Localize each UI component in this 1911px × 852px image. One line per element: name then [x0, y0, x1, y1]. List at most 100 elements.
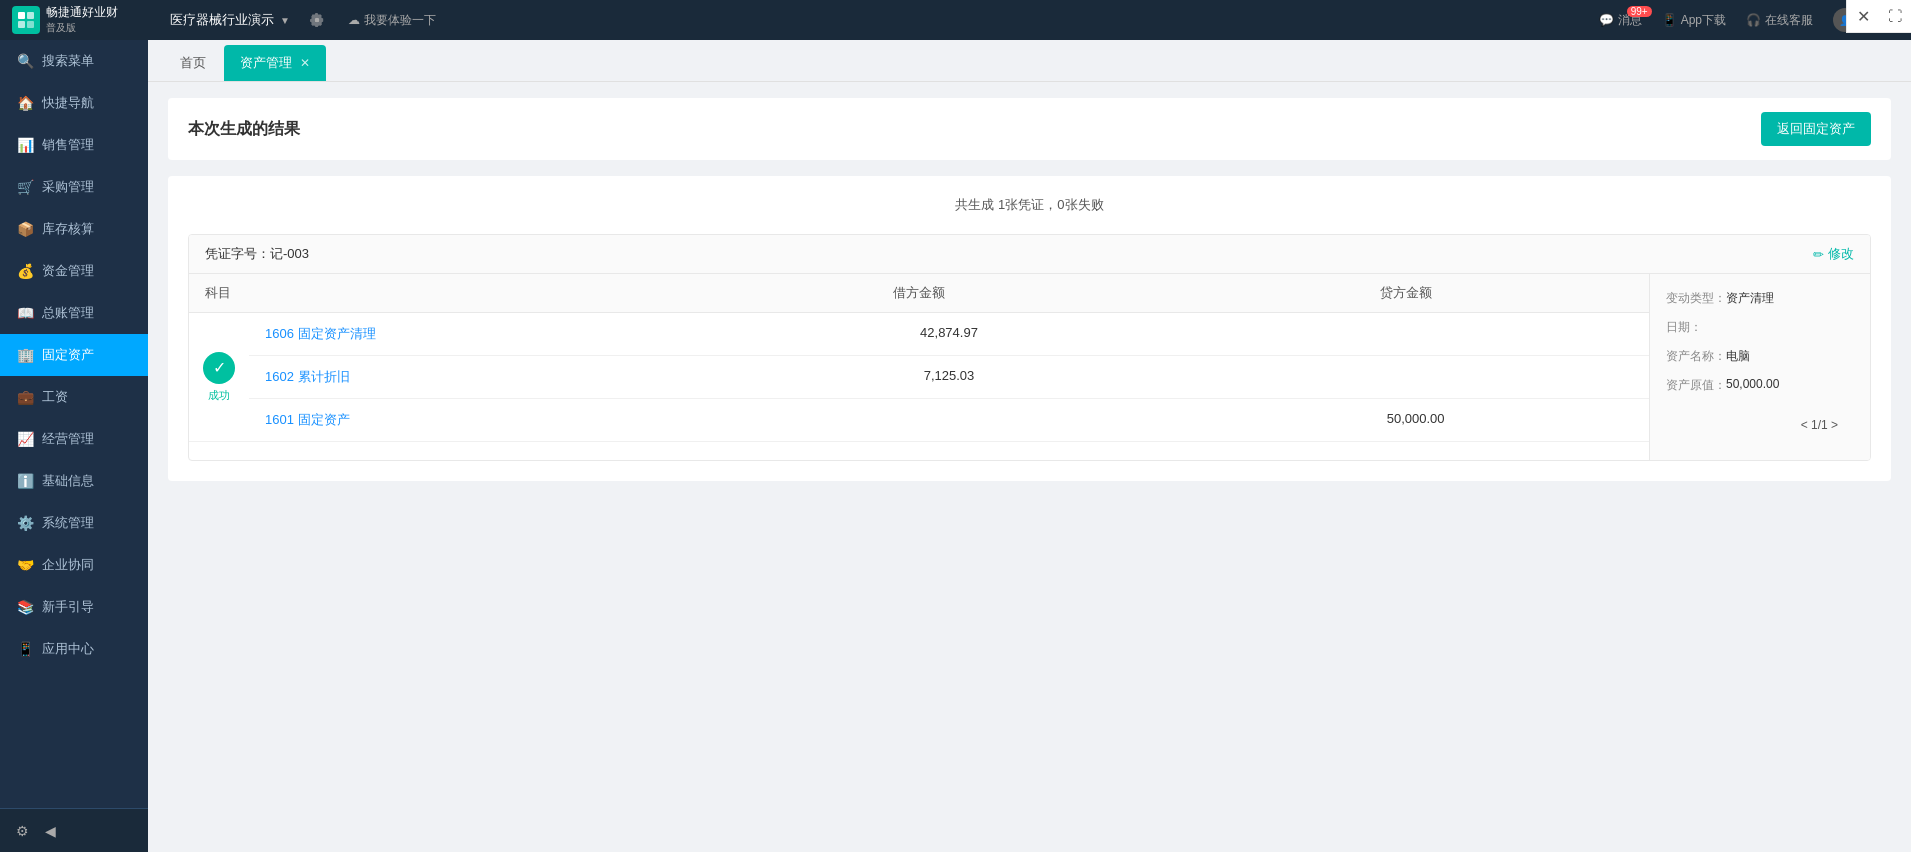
tab-home[interactable]: 首页 — [164, 45, 222, 81]
company-name: 医疗器械行业演示 — [170, 11, 274, 29]
table-row-0: 1606 固定资产清理 42,874.97 — [249, 313, 1649, 356]
change-type-value: 资产清理 — [1726, 290, 1774, 307]
app-name: 畅捷通好业财 — [46, 5, 118, 21]
table-rows: 1606 固定资产清理 42,874.97 1602 累计折旧 7,125.03… — [249, 313, 1649, 441]
col-debit: 借方金额 — [676, 274, 1163, 312]
sidebar-label-search: 搜索菜单 — [42, 52, 94, 70]
voucher-edit-button[interactable]: ✏ 修改 — [1813, 245, 1854, 263]
sidebar-item-enterprise[interactable]: 🤝 企业协同 — [0, 544, 148, 586]
sidebar-label-operations: 经营管理 — [42, 430, 94, 448]
voucher-right-panel: 变动类型： 资产清理 日期： 资产名称： 电脑 — [1650, 274, 1870, 460]
sidebar-item-sales[interactable]: 📊 销售管理 — [0, 124, 148, 166]
sidebar-collapse-btn[interactable]: ◀ — [45, 823, 56, 839]
quick-nav-icon: 🏠 — [16, 94, 34, 112]
row-credit-1 — [1182, 356, 1649, 398]
page-title: 本次生成的结果 — [188, 119, 300, 140]
sales-icon: 📊 — [16, 136, 34, 154]
sidebar-item-search[interactable]: 🔍 搜索菜单 — [0, 40, 148, 82]
payroll-icon: 💼 — [16, 388, 34, 406]
change-type-label: 变动类型： — [1666, 290, 1726, 307]
original-value-value: 50,000.00 — [1726, 377, 1779, 391]
table-row-wrapper: ✓ 成功 1606 固定资产清理 42,874.97 1602 累计折旧 7,1… — [189, 313, 1649, 442]
online-service-btn[interactable]: 🎧 在线客服 — [1746, 12, 1813, 29]
row-credit-0 — [1182, 313, 1649, 355]
sidebar-item-system[interactable]: ⚙️ 系统管理 — [0, 502, 148, 544]
message-badge: 99+ — [1627, 6, 1652, 17]
sidebar-footer: ⚙ ◀ — [0, 808, 148, 852]
table-row-1: 1602 累计折旧 7,125.03 — [249, 356, 1649, 399]
inventory-icon: 📦 — [16, 220, 34, 238]
basic-info-icon: ℹ️ — [16, 472, 34, 490]
row-subject-1[interactable]: 1602 累计折旧 — [249, 356, 716, 398]
sidebar-label-payroll: 工资 — [42, 388, 68, 406]
headset-icon: 🎧 — [1746, 13, 1761, 27]
voucher-table: 科目 借方金额 贷方金额 ✓ 成功 — [189, 274, 1650, 460]
page-header: 本次生成的结果 返回固定资产 — [168, 98, 1891, 160]
sidebar-item-quick-nav[interactable]: 🏠 快捷导航 — [0, 82, 148, 124]
settings-icon[interactable] — [302, 5, 332, 35]
sidebar-item-fund[interactable]: 💰 资金管理 — [0, 250, 148, 292]
sidebar-item-purchase[interactable]: 🛒 采购管理 — [0, 166, 148, 208]
svg-rect-3 — [27, 21, 34, 28]
sidebar-label-inventory: 库存核算 — [42, 220, 94, 238]
sidebar-item-ledger[interactable]: 📖 总账管理 — [0, 292, 148, 334]
app-download-btn[interactable]: 📱 App下载 — [1662, 12, 1726, 29]
app-center-icon: 📱 — [16, 640, 34, 658]
sidebar-item-basic-info[interactable]: ℹ️ 基础信息 — [0, 460, 148, 502]
svg-rect-1 — [27, 12, 34, 19]
asset-name-item: 资产名称： 电脑 — [1666, 348, 1854, 365]
app-download-icon: 📱 — [1662, 13, 1677, 27]
col-credit: 贷方金额 — [1162, 274, 1649, 312]
asset-name-value: 电脑 — [1726, 348, 1750, 365]
sidebar-label-ledger: 总账管理 — [42, 304, 94, 322]
sidebar-settings-btn[interactable]: ⚙ — [16, 823, 29, 839]
date-label: 日期： — [1666, 319, 1726, 336]
sidebar-item-fixed-assets[interactable]: 🏢 固定资产 — [0, 334, 148, 376]
system-icon: ⚙️ — [16, 514, 34, 532]
row-credit-2: 50,000.00 — [1182, 399, 1649, 441]
main-layout: 🔍 搜索菜单 🏠 快捷导航 📊 销售管理 🛒 采购管理 📦 库存核算 💰 资金管… — [0, 40, 1911, 852]
row-subject-0[interactable]: 1606 固定资产清理 — [249, 313, 716, 355]
svg-rect-2 — [18, 21, 25, 28]
row-subject-2[interactable]: 1601 固定资产 — [249, 399, 716, 441]
row-debit-2 — [716, 399, 1183, 441]
change-type-item: 变动类型： 资产清理 — [1666, 290, 1854, 307]
row-debit-0: 42,874.97 — [716, 313, 1183, 355]
sidebar-item-guide[interactable]: 📚 新手引导 — [0, 586, 148, 628]
pagination-text[interactable]: < 1/1 > — [1801, 418, 1838, 432]
sidebar-item-operations[interactable]: 📈 经营管理 — [0, 418, 148, 460]
fund-icon: 💰 — [16, 262, 34, 280]
tab-close-asset-mgmt[interactable]: ✕ — [300, 56, 310, 70]
experience-btn[interactable]: ☁ 我要体验一下 — [348, 12, 436, 29]
message-btn[interactable]: 💬 消息 99+ — [1599, 12, 1642, 29]
sidebar-label-basic-info: 基础信息 — [42, 472, 94, 490]
fixed-assets-icon: 🏢 — [16, 346, 34, 364]
table-header: 科目 借方金额 贷方金额 — [189, 274, 1649, 313]
svg-rect-0 — [18, 12, 25, 19]
app-version: 普及版 — [46, 21, 118, 35]
cloud-icon: ☁ — [348, 13, 360, 27]
sidebar-label-sales: 销售管理 — [42, 136, 94, 154]
edit-icon: ✏ — [1813, 247, 1824, 262]
chevron-down-icon: ▼ — [280, 15, 290, 26]
sidebar-label-fixed-assets: 固定资产 — [42, 346, 94, 364]
pagination: < 1/1 > — [1666, 406, 1854, 444]
search-icon: 🔍 — [16, 52, 34, 70]
table-row-2: 1601 固定资产 50,000.00 — [249, 399, 1649, 441]
sidebar-item-payroll[interactable]: 💼 工资 — [0, 376, 148, 418]
enterprise-icon: 🤝 — [16, 556, 34, 574]
sidebar-item-app-center[interactable]: 📱 应用中心 — [0, 628, 148, 670]
asset-name-label: 资产名称： — [1666, 348, 1726, 365]
company-selector[interactable]: 医疗器械行业演示 ▼ — [162, 7, 298, 33]
sidebar-item-inventory[interactable]: 📦 库存核算 — [0, 208, 148, 250]
sidebar-label-fund: 资金管理 — [42, 262, 94, 280]
logo-icon — [12, 6, 40, 34]
date-item: 日期： — [1666, 319, 1854, 336]
sidebar-label-guide: 新手引导 — [42, 598, 94, 616]
original-value-label: 资产原值： — [1666, 377, 1726, 394]
tab-asset-mgmt[interactable]: 资产管理✕ — [224, 45, 326, 81]
success-text: 成功 — [208, 388, 230, 403]
return-button[interactable]: 返回固定资产 — [1761, 112, 1871, 146]
tab-bar: 首页资产管理✕ — [148, 40, 1911, 82]
message-icon: 💬 — [1599, 13, 1614, 27]
